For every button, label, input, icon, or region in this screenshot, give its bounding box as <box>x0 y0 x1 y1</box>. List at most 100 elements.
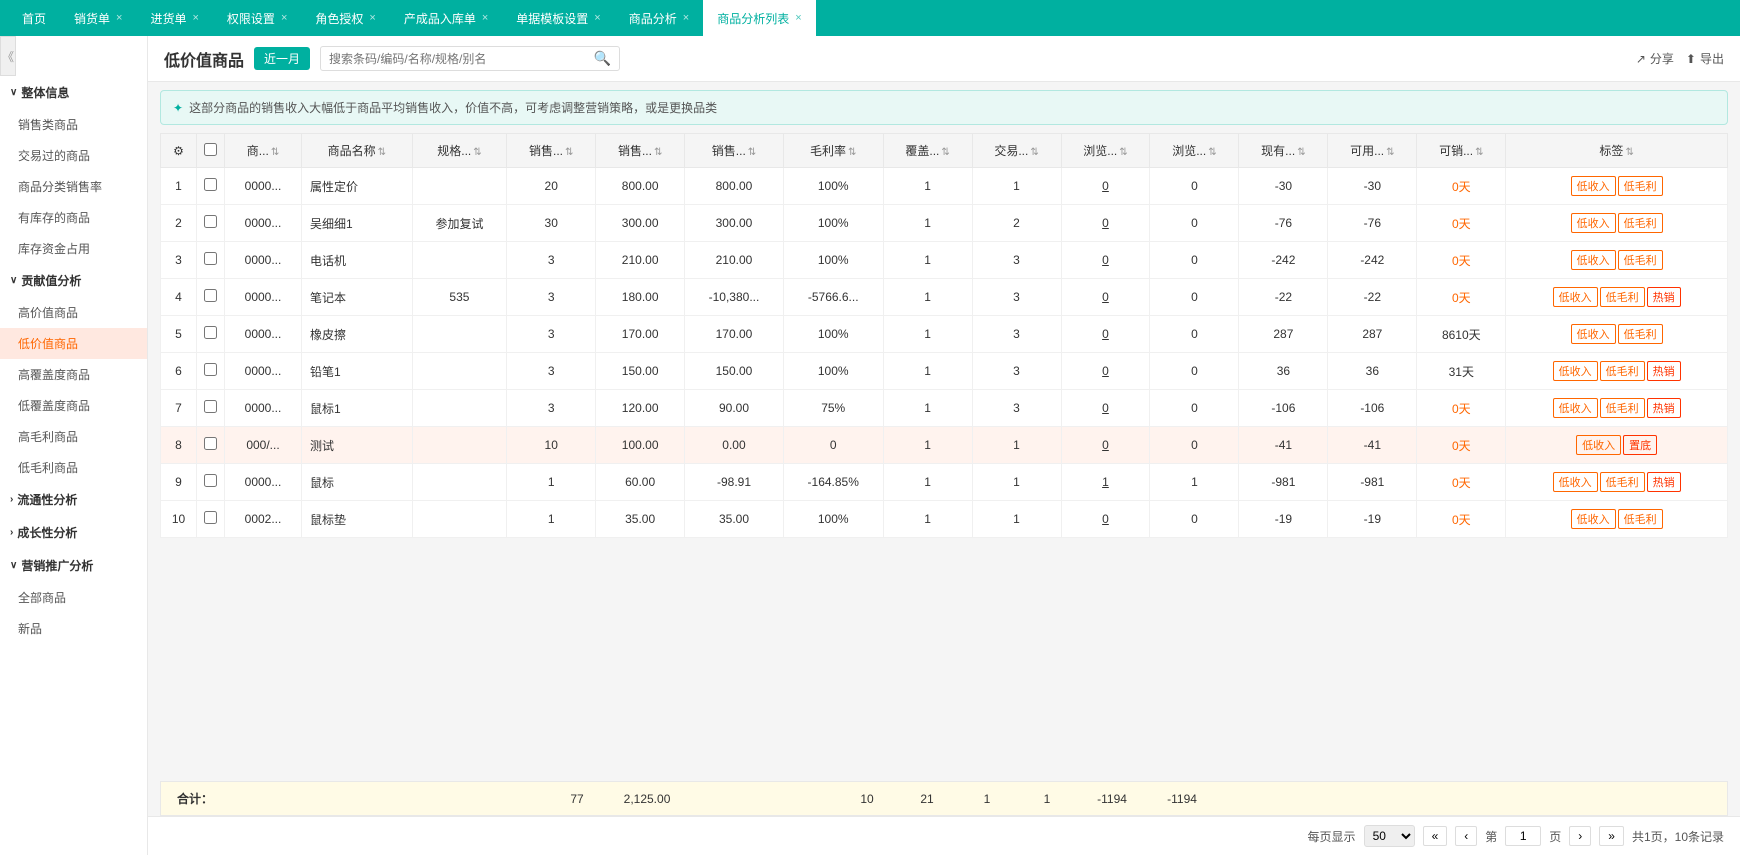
cell-name[interactable]: 鼠标1 <box>302 390 413 427</box>
filter-button[interactable]: 近一月 <box>254 47 310 70</box>
nav-item-product-warehouse[interactable]: 产成品入库单 × <box>390 0 502 36</box>
cell-name[interactable]: 测试 <box>302 427 413 464</box>
cell-browse1[interactable]: 1 <box>1061 464 1150 501</box>
nav-item-home[interactable]: 首页 <box>8 0 60 36</box>
col-trade[interactable]: 交易...⇅ <box>972 134 1061 168</box>
cell-checkbox[interactable] <box>197 353 225 390</box>
nav-item-role[interactable]: 角色授权 × <box>301 0 389 36</box>
row-checkbox[interactable] <box>204 215 217 228</box>
cell-checkbox[interactable] <box>197 316 225 353</box>
cell-browse1[interactable]: 0 <box>1061 168 1150 205</box>
cell-checkbox[interactable] <box>197 427 225 464</box>
row-checkbox[interactable] <box>204 400 217 413</box>
sidebar-group-growth[interactable]: › 成长性分析 <box>0 516 147 549</box>
sidebar-item-low-value[interactable]: 低价值商品 <box>0 328 147 359</box>
cell-checkbox[interactable] <box>197 242 225 279</box>
col-saleable[interactable]: 可销...⇅ <box>1417 134 1506 168</box>
col-sales2[interactable]: 销售...⇅ <box>596 134 685 168</box>
next-page-button[interactable]: › <box>1569 826 1591 846</box>
close-icon[interactable]: × <box>795 12 801 24</box>
cell-checkbox[interactable] <box>197 464 225 501</box>
page-number-input[interactable] <box>1505 826 1541 846</box>
select-all-checkbox[interactable] <box>204 143 217 156</box>
close-icon[interactable]: × <box>482 12 488 24</box>
sidebar-group-contribution[interactable]: ∨ 贡献值分析 <box>0 264 147 297</box>
sidebar-item-sales-goods[interactable]: 销售类商品 <box>0 109 147 140</box>
col-current[interactable]: 现有...⇅ <box>1239 134 1328 168</box>
sidebar-collapse-button[interactable]: 《 <box>0 36 16 76</box>
cell-browse1[interactable]: 0 <box>1061 279 1150 316</box>
first-page-button[interactable]: « <box>1423 826 1448 846</box>
sidebar-item-new-goods[interactable]: 新品 <box>0 613 147 644</box>
col-browse1[interactable]: 浏览...⇅ <box>1061 134 1150 168</box>
sidebar-item-low-coverage[interactable]: 低覆盖度商品 <box>0 390 147 421</box>
search-icon[interactable]: 🔍 <box>594 50 611 67</box>
col-available[interactable]: 可用...⇅ <box>1328 134 1417 168</box>
cell-name[interactable]: 笔记本 <box>302 279 413 316</box>
cell-checkbox[interactable] <box>197 390 225 427</box>
row-checkbox[interactable] <box>204 363 217 376</box>
search-input[interactable] <box>329 52 594 66</box>
cell-name[interactable]: 电话机 <box>302 242 413 279</box>
close-icon[interactable]: × <box>281 12 287 24</box>
cell-name[interactable]: 属性定价 <box>302 168 413 205</box>
cell-checkbox[interactable] <box>197 205 225 242</box>
sidebar-item-high-margin[interactable]: 高毛利商品 <box>0 421 147 452</box>
cell-name[interactable]: 吴细细1 <box>302 205 413 242</box>
col-spec[interactable]: 规格...⇅ <box>412 134 507 168</box>
close-icon[interactable]: × <box>192 12 198 24</box>
prev-page-button[interactable]: ‹ <box>1455 826 1477 846</box>
cell-browse1[interactable]: 0 <box>1061 316 1150 353</box>
cell-checkbox[interactable] <box>197 279 225 316</box>
cell-browse1[interactable]: 0 <box>1061 427 1150 464</box>
sidebar-item-all-goods[interactable]: 全部商品 <box>0 582 147 613</box>
col-gross[interactable]: 毛利率⇅ <box>783 134 883 168</box>
close-icon[interactable]: × <box>594 12 600 24</box>
col-name[interactable]: 商品名称⇅ <box>302 134 413 168</box>
sidebar-item-inventory-capital[interactable]: 库存资金占用 <box>0 233 147 264</box>
sidebar-group-marketing[interactable]: ∨ 营销推广分析 <box>0 549 147 582</box>
col-sales3[interactable]: 销售...⇅ <box>685 134 784 168</box>
row-checkbox[interactable] <box>204 326 217 339</box>
nav-item-sales[interactable]: 销货单 × <box>60 0 136 36</box>
page-size-select[interactable]: 50 10 20 100 <box>1364 825 1415 847</box>
cell-browse1[interactable]: 0 <box>1061 501 1150 538</box>
row-checkbox[interactable] <box>204 511 217 524</box>
nav-item-product-analysis-list[interactable]: 商品分析列表 × <box>703 0 815 36</box>
cell-name[interactable]: 鼠标垫 <box>302 501 413 538</box>
close-icon[interactable]: × <box>116 12 122 24</box>
cell-browse1[interactable]: 0 <box>1061 390 1150 427</box>
col-settings[interactable]: ⚙ <box>161 134 197 168</box>
sidebar-item-category-sales-rate[interactable]: 商品分类销售率 <box>0 171 147 202</box>
nav-item-permission[interactable]: 权限设置 × <box>213 0 301 36</box>
sidebar-item-high-value[interactable]: 高价值商品 <box>0 297 147 328</box>
col-code[interactable]: 商...⇅ <box>225 134 302 168</box>
sidebar-group-circulation[interactable]: › 流通性分析 <box>0 483 147 516</box>
last-page-button[interactable]: » <box>1599 826 1624 846</box>
row-checkbox[interactable] <box>204 289 217 302</box>
cell-browse1[interactable]: 0 <box>1061 242 1150 279</box>
row-checkbox[interactable] <box>204 252 217 265</box>
share-button[interactable]: ↗ 分享 <box>1636 50 1674 67</box>
cell-browse1[interactable]: 0 <box>1061 353 1150 390</box>
col-cover[interactable]: 覆盖...⇅ <box>883 134 972 168</box>
sidebar-item-high-coverage[interactable]: 高覆盖度商品 <box>0 359 147 390</box>
col-browse2[interactable]: 浏览...⇅ <box>1150 134 1239 168</box>
nav-item-purchase[interactable]: 进货单 × <box>136 0 212 36</box>
row-checkbox[interactable] <box>204 437 217 450</box>
cell-checkbox[interactable] <box>197 168 225 205</box>
sidebar-item-traded-goods[interactable]: 交易过的商品 <box>0 140 147 171</box>
export-button[interactable]: ⬆ 导出 <box>1686 50 1724 67</box>
cell-checkbox[interactable] <box>197 501 225 538</box>
close-icon[interactable]: × <box>369 12 375 24</box>
close-icon[interactable]: × <box>683 12 689 24</box>
row-checkbox[interactable] <box>204 474 217 487</box>
nav-item-product-analysis[interactable]: 商品分析 × <box>615 0 703 36</box>
row-checkbox[interactable] <box>204 178 217 191</box>
cell-name[interactable]: 橡皮擦 <box>302 316 413 353</box>
nav-item-template[interactable]: 单据模板设置 × <box>502 0 614 36</box>
col-sales1[interactable]: 销售...⇅ <box>507 134 596 168</box>
cell-name[interactable]: 鼠标 <box>302 464 413 501</box>
sidebar-item-stock-goods[interactable]: 有库存的商品 <box>0 202 147 233</box>
cell-name[interactable]: 铅笔1 <box>302 353 413 390</box>
